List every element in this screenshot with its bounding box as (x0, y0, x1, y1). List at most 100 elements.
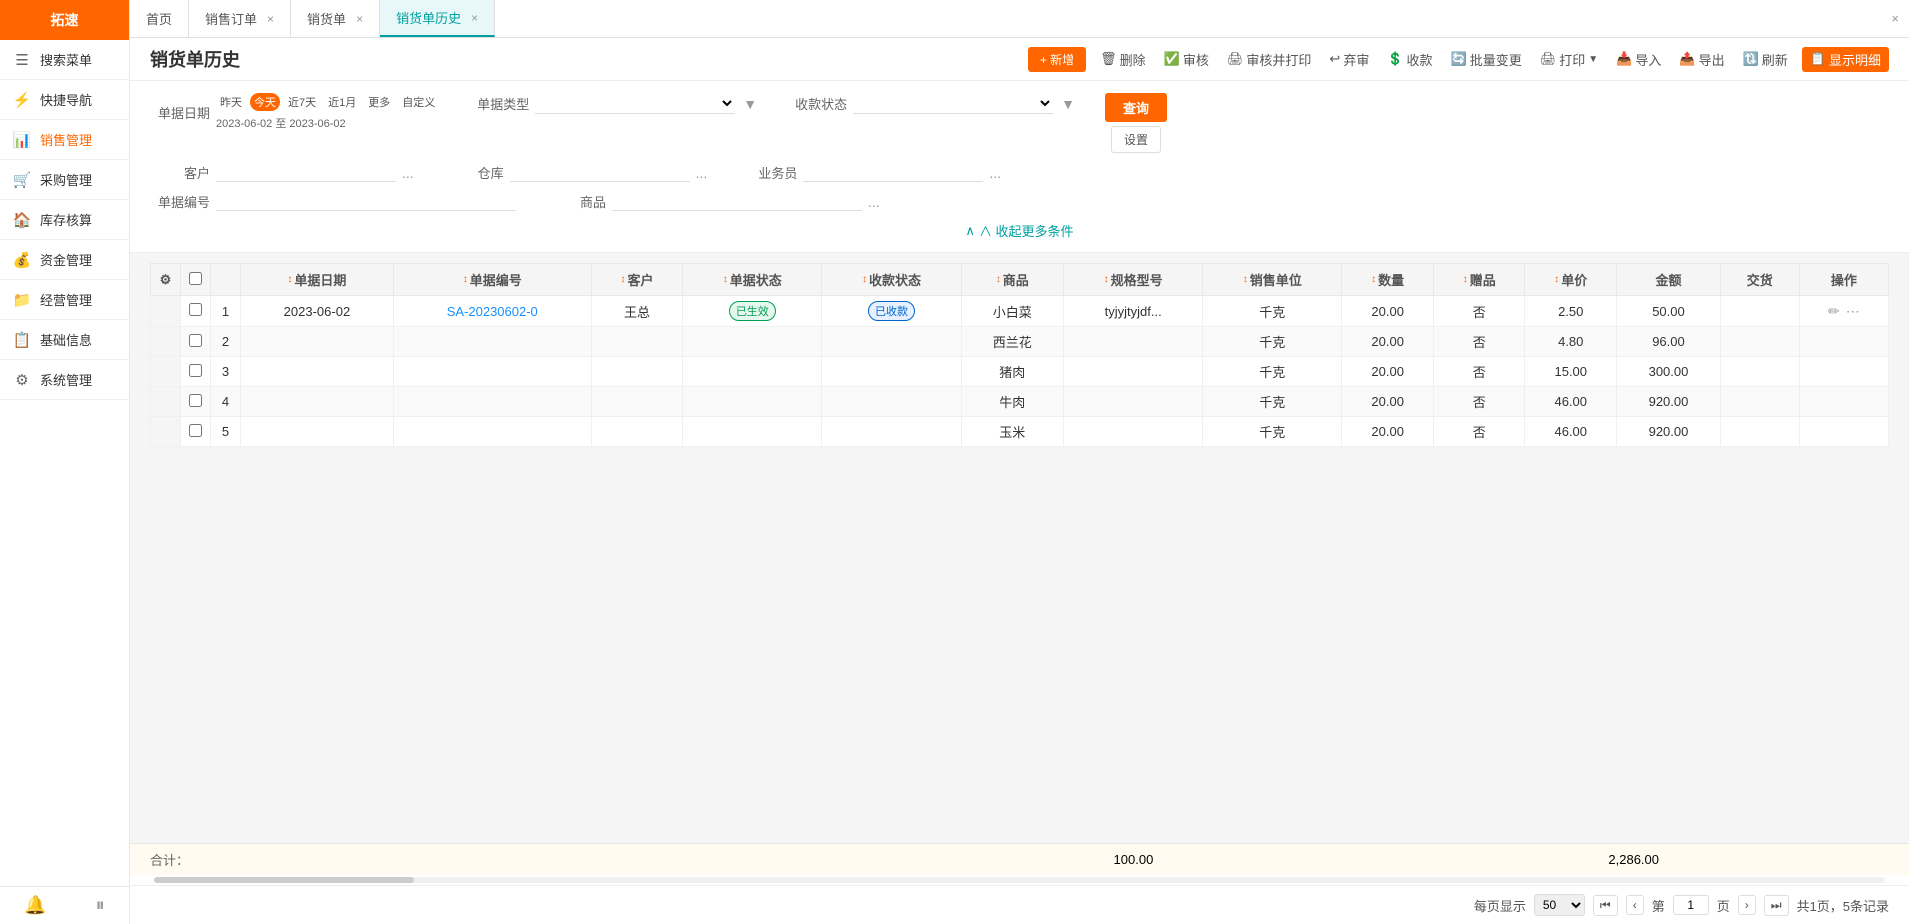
th-payment-status-sort-icon: ↕ (862, 274, 867, 285)
row-checkbox[interactable] (189, 394, 202, 407)
select-all-checkbox[interactable] (189, 272, 202, 285)
pause-icon[interactable]: ⏸ (96, 895, 105, 916)
tab-sales-history[interactable]: 销货单历史 × (380, 0, 495, 37)
page-prev-btn[interactable]: ‹ (1626, 895, 1644, 915)
filter-doc-type-select[interactable] (535, 93, 735, 114)
audit-print-button[interactable]: 🖨 审核并打印 (1223, 48, 1316, 71)
th-unit-price[interactable]: ↕单价 (1525, 264, 1617, 296)
th-row-num (211, 264, 241, 296)
settings-button[interactable]: 设置 (1111, 126, 1161, 153)
filter-warehouse-input[interactable] (510, 163, 690, 182)
td-checkbox (181, 296, 211, 327)
sidebar-item-basic-info[interactable]: 📋 基础信息 (0, 320, 129, 360)
goods-picker-btn[interactable]: ... (868, 194, 880, 210)
sidebar-item-operations-mgmt[interactable]: 📁 经营管理 (0, 280, 129, 320)
page-last-btn[interactable]: ⏭ (1764, 895, 1789, 916)
sidebar-item-label: 经营管理 (40, 290, 92, 309)
import-button[interactable]: 📥 导入 (1612, 48, 1665, 71)
print-dropdown-arrow: ▼ (1588, 54, 1598, 65)
tab-bar-close-all[interactable]: × (1881, 11, 1909, 26)
sidebar-item-system-mgmt[interactable]: ⚙ 系统管理 (0, 360, 129, 400)
td-amount: 50.00 (1617, 296, 1721, 327)
doc-type-dropdown-icon: ▼ (743, 96, 757, 112)
tab-sales-history-close[interactable]: × (471, 11, 478, 25)
export-button[interactable]: 📤 导出 (1675, 48, 1728, 71)
sidebar-item-sales-mgmt[interactable]: 📊 销售管理 (0, 120, 129, 160)
filter-goods-input[interactable] (612, 192, 862, 211)
doc-no-link[interactable]: SA-20230602-0 (447, 304, 538, 319)
td-unit-price: 15.00 (1525, 357, 1617, 387)
print-button[interactable]: 🖨 打印 ▼ (1536, 48, 1602, 71)
more-icon[interactable]: ⋯ (1846, 303, 1860, 320)
row-checkbox[interactable] (189, 303, 202, 316)
th-gift[interactable]: ↕赠品 (1433, 264, 1525, 296)
filter-staff-input[interactable] (803, 163, 983, 182)
th-goods[interactable]: ↕商品 (961, 264, 1064, 296)
date-btn-yesterday[interactable]: 昨天 (216, 93, 246, 111)
page-next-btn[interactable]: › (1738, 895, 1756, 915)
sidebar-item-inventory[interactable]: 🏠 库存核算 (0, 200, 129, 240)
th-doc-status[interactable]: ↕单据状态 (683, 264, 822, 296)
td-ops: ✏ ⋯ (1799, 296, 1888, 327)
th-unit-price-sort-icon: ↕ (1554, 274, 1559, 285)
td-unit-price: 4.80 (1525, 327, 1617, 357)
toolbar: + 新增 🗑 删除 ✅ 审核 🖨 审核并打印 ↩ 弃审 (1028, 47, 1889, 72)
th-unit[interactable]: ↕销售单位 (1203, 264, 1342, 296)
td-qty: 20.00 (1342, 387, 1434, 417)
add-button[interactable]: + 新增 (1028, 47, 1086, 72)
th-payment-status[interactable]: ↕收款状态 (822, 264, 961, 296)
sidebar-item-quick-nav[interactable]: ⚡ 快捷导航 (0, 80, 129, 120)
filter-payment-status-select[interactable] (853, 93, 1053, 114)
sidebar-item-label: 搜索菜单 (40, 50, 92, 69)
filter-doc-no-input[interactable] (216, 192, 516, 211)
date-btn-more[interactable]: 更多 (364, 93, 394, 111)
tab-sales-delivery-close[interactable]: × (356, 12, 363, 26)
delete-button[interactable]: 🗑 删除 (1096, 48, 1150, 71)
collect-button[interactable]: 💲 收款 (1383, 48, 1436, 71)
table-row: 1 2023-06-02 SA-20230602-0 王总 已生效 已收款 小白… (151, 296, 1889, 327)
staff-picker-btn[interactable]: ... (989, 165, 1001, 181)
page-first-btn[interactable]: ⏮ (1593, 895, 1618, 916)
abandon-button[interactable]: ↩ 弃审 (1325, 48, 1373, 71)
td-ops (1799, 387, 1888, 417)
tab-home[interactable]: 首页 (130, 0, 189, 37)
horizontal-scrollbar[interactable] (154, 877, 1885, 883)
filter-customer-input[interactable] (216, 163, 396, 182)
th-spec[interactable]: ↕规格型号 (1064, 264, 1203, 296)
sidebar-item-finance-mgmt[interactable]: 💰 资金管理 (0, 240, 129, 280)
sidebar-item-search-menu[interactable]: ☰ 搜索菜单 (0, 40, 129, 80)
date-btn-custom[interactable]: 自定义 (398, 93, 439, 111)
tab-sales-order-close[interactable]: × (267, 12, 274, 26)
edit-icon[interactable]: ✏ (1828, 303, 1840, 320)
row-checkbox[interactable] (189, 334, 202, 347)
warehouse-picker-btn[interactable]: ... (696, 165, 708, 181)
th-customer[interactable]: ↕客户 (591, 264, 683, 296)
collapse-filter-btn[interactable]: ∧ ∧ 收起更多条件 (150, 221, 1889, 240)
tab-sales-order[interactable]: 销售订单 × (189, 0, 291, 37)
th-date[interactable]: ↕单据日期 (241, 264, 394, 296)
notification-icon[interactable]: 🔔 (24, 895, 46, 916)
th-gear[interactable]: ⚙ (151, 264, 181, 296)
audit-button[interactable]: ✅ 审核 (1160, 48, 1213, 71)
td-transaction (1720, 327, 1799, 357)
filter-row-3: 单据编号 商品 ... (150, 192, 1889, 211)
tab-sales-delivery[interactable]: 销货单 × (291, 0, 380, 37)
date-btn-7days[interactable]: 近7天 (284, 93, 320, 111)
row-checkbox[interactable] (189, 364, 202, 377)
date-btn-1month[interactable]: 近1月 (324, 93, 360, 111)
customer-picker-btn[interactable]: ... (402, 165, 414, 181)
refresh-button[interactable]: 🔃 刷新 (1739, 48, 1792, 71)
th-qty[interactable]: ↕数量 (1342, 264, 1434, 296)
page-size-select[interactable]: 50 100 200 (1534, 894, 1585, 916)
row-checkbox[interactable] (189, 424, 202, 437)
td-doc-no (393, 357, 591, 387)
batch-change-button[interactable]: 🔄 批量变更 (1447, 48, 1526, 71)
td-gift: 否 (1433, 387, 1525, 417)
query-button[interactable]: 查询 (1105, 93, 1167, 122)
table-header-row: ⚙ ↕单据日期 ↕单据编号 ↕客户 (151, 264, 1889, 296)
sidebar-item-purchase-mgmt[interactable]: 🛒 采购管理 (0, 160, 129, 200)
page-num-input[interactable] (1673, 895, 1709, 915)
th-doc-no[interactable]: ↕单据编号 (393, 264, 591, 296)
show-detail-button[interactable]: 📋 显示明细 (1802, 47, 1889, 72)
date-btn-today[interactable]: 今天 (250, 93, 280, 111)
